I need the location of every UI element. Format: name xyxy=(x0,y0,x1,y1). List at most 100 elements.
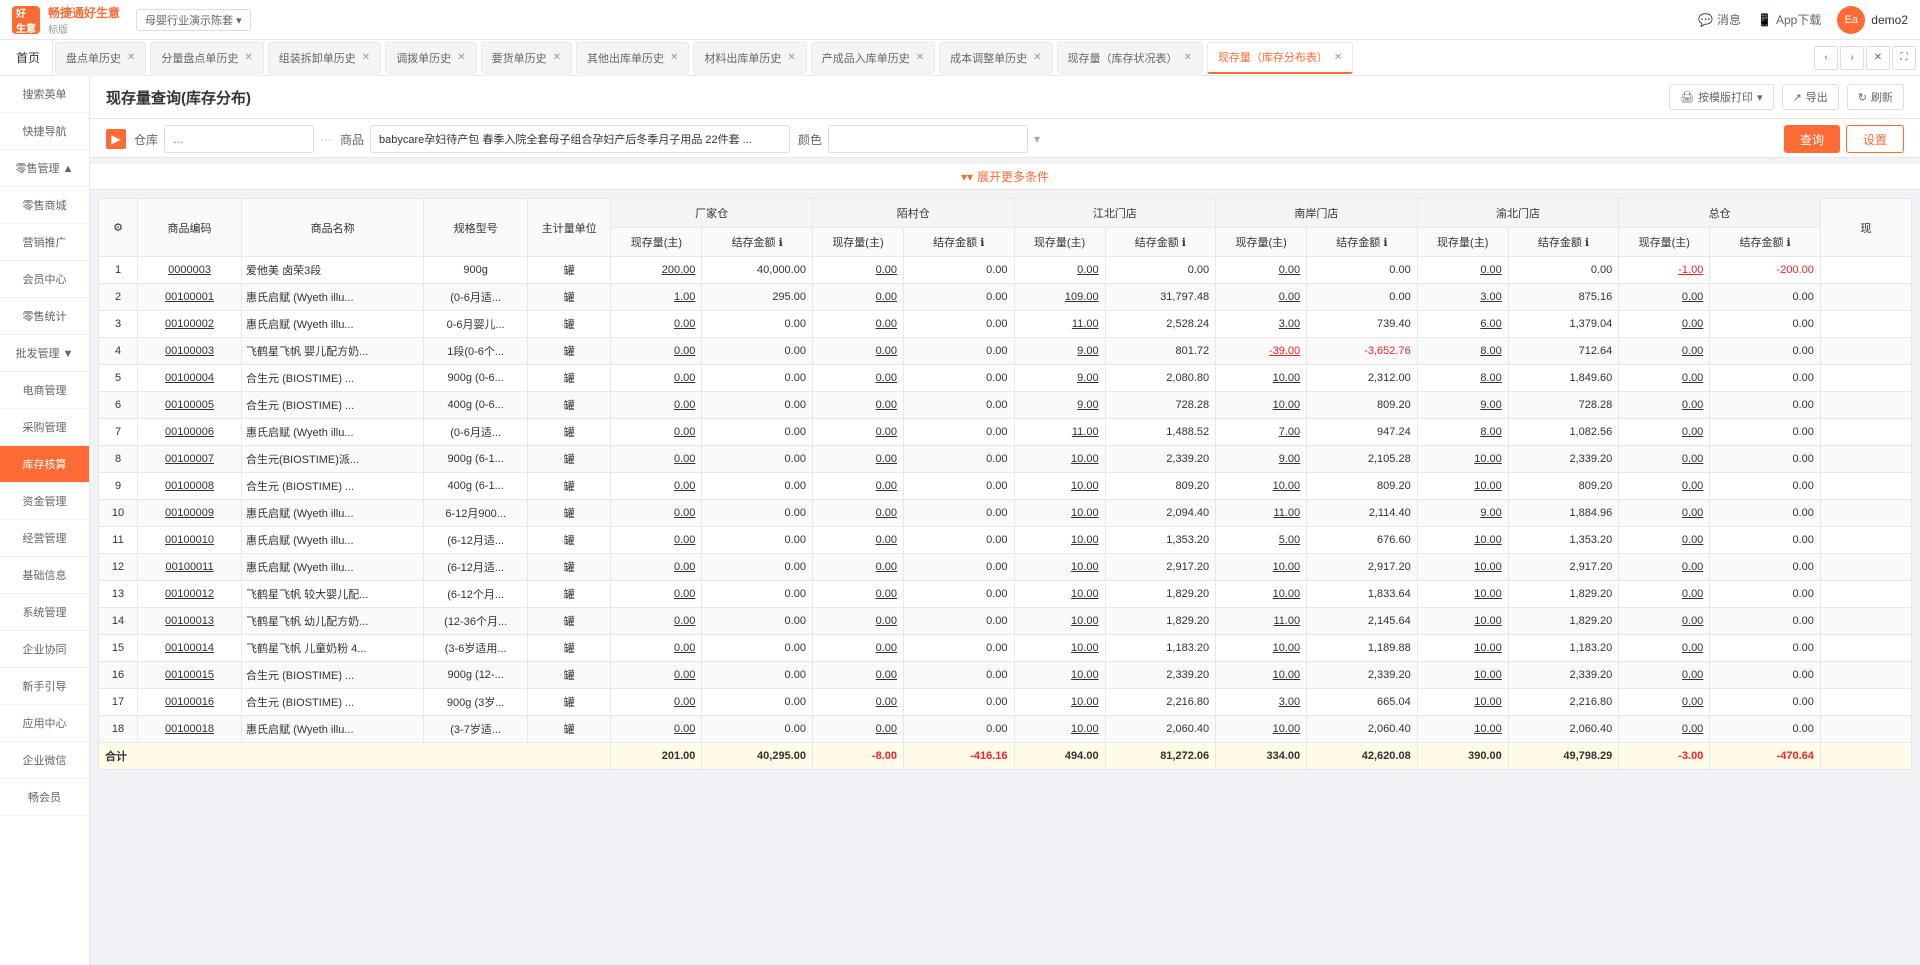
row-yubei-qty[interactable]: 10.00 xyxy=(1417,527,1508,554)
tab-item-8[interactable]: 产成品入库单历史✕ xyxy=(811,42,935,74)
row-nanan-qty[interactable]: 0.00 xyxy=(1216,284,1307,311)
tab-next-btn[interactable]: › xyxy=(1840,46,1864,70)
row-total-qty[interactable]: 0.00 xyxy=(1619,392,1710,419)
row-nanan-qty[interactable]: 11.00 xyxy=(1216,608,1307,635)
row-nanan-qty[interactable]: -39.00 xyxy=(1216,338,1307,365)
row-jiangbei-qty[interactable]: 11.00 xyxy=(1014,419,1105,446)
row-mucun-qty[interactable]: 0.00 xyxy=(812,554,903,581)
tab-item-9[interactable]: 成本调整单历史✕ xyxy=(939,42,1052,74)
row-jiangbei-qty[interactable]: 9.00 xyxy=(1014,338,1105,365)
sidebar-item-appcenter[interactable]: 应用中心 xyxy=(0,705,89,742)
row-total-qty[interactable]: 0.00 xyxy=(1619,662,1710,689)
row-code[interactable]: 00100008 xyxy=(138,473,242,500)
row-yubei-qty[interactable]: 3.00 xyxy=(1417,284,1508,311)
row-yubei-qty[interactable]: 9.00 xyxy=(1417,500,1508,527)
row-yubei-qty[interactable]: 10.00 xyxy=(1417,446,1508,473)
row-total-qty[interactable]: 0.00 xyxy=(1619,581,1710,608)
row-jiangbei-qty[interactable]: 10.00 xyxy=(1014,500,1105,527)
row-factory-qty[interactable]: 0.00 xyxy=(611,662,702,689)
row-mucun-qty[interactable]: 0.00 xyxy=(812,500,903,527)
sidebar-item-nav[interactable]: 快捷导航 xyxy=(0,113,89,150)
row-code[interactable]: 00100004 xyxy=(138,365,242,392)
row-nanan-qty[interactable]: 3.00 xyxy=(1216,689,1307,716)
tab-item-5[interactable]: 要货单历史✕ xyxy=(481,42,572,74)
row-total-qty[interactable]: 0.00 xyxy=(1619,419,1710,446)
row-yubei-qty[interactable]: 10.00 xyxy=(1417,662,1508,689)
row-jiangbei-qty[interactable]: 10.00 xyxy=(1014,554,1105,581)
row-jiangbei-qty[interactable]: 10.00 xyxy=(1014,608,1105,635)
sidebar-item-guide[interactable]: 新手引导 xyxy=(0,668,89,705)
row-yubei-qty[interactable]: 8.00 xyxy=(1417,338,1508,365)
row-nanan-qty[interactable]: 10.00 xyxy=(1216,635,1307,662)
row-factory-qty[interactable]: 0.00 xyxy=(611,608,702,635)
print-btn[interactable]: 🖨 按模版打印 ▾ xyxy=(1669,84,1774,110)
row-nanan-qty[interactable]: 0.00 xyxy=(1216,257,1307,284)
query-button[interactable]: 查询 xyxy=(1784,125,1840,153)
row-total-qty[interactable]: 0.00 xyxy=(1619,473,1710,500)
row-mucun-qty[interactable]: 0.00 xyxy=(812,392,903,419)
row-code[interactable]: 00100015 xyxy=(138,662,242,689)
row-mucun-qty[interactable]: 0.00 xyxy=(812,338,903,365)
filter-expand-arrow[interactable]: ▶ xyxy=(106,129,126,149)
row-total-qty[interactable]: 0.00 xyxy=(1619,500,1710,527)
row-nanan-qty[interactable]: 3.00 xyxy=(1216,311,1307,338)
row-mucun-qty[interactable]: 0.00 xyxy=(812,635,903,662)
row-code[interactable]: 00100014 xyxy=(138,635,242,662)
user-menu[interactable]: Ea demo2 xyxy=(1837,6,1908,34)
row-nanan-qty[interactable]: 10.00 xyxy=(1216,662,1307,689)
row-code[interactable]: 00100010 xyxy=(138,527,242,554)
row-jiangbei-qty[interactable]: 10.00 xyxy=(1014,635,1105,662)
row-nanan-qty[interactable]: 10.00 xyxy=(1216,554,1307,581)
row-nanan-qty[interactable]: 10.00 xyxy=(1216,473,1307,500)
row-total-qty[interactable]: 0.00 xyxy=(1619,608,1710,635)
row-yubei-qty[interactable]: 10.00 xyxy=(1417,554,1508,581)
tab-item-1[interactable]: 盘点单历史✕ xyxy=(55,42,146,74)
row-factory-qty[interactable]: 1.00 xyxy=(611,284,702,311)
sidebar-item-marketing[interactable]: 营销推广 xyxy=(0,224,89,261)
row-nanan-qty[interactable]: 10.00 xyxy=(1216,392,1307,419)
row-mucun-qty[interactable]: 0.00 xyxy=(812,311,903,338)
tab-item-4[interactable]: 调拨单历史✕ xyxy=(385,42,476,74)
tab-fullscreen-btn[interactable]: ⛶ xyxy=(1892,46,1916,70)
row-mucun-qty[interactable]: 0.00 xyxy=(812,662,903,689)
row-yubei-qty[interactable]: 10.00 xyxy=(1417,635,1508,662)
row-total-qty[interactable]: 0.00 xyxy=(1619,689,1710,716)
row-total-qty[interactable]: 0.00 xyxy=(1619,554,1710,581)
row-mucun-qty[interactable]: 0.00 xyxy=(812,419,903,446)
row-total-qty[interactable]: 0.00 xyxy=(1619,311,1710,338)
tab-item-10[interactable]: 现存量（库存状况表）✕ xyxy=(1057,42,1203,74)
row-code[interactable]: 00100012 xyxy=(138,581,242,608)
row-mucun-qty[interactable]: 0.00 xyxy=(812,365,903,392)
export-btn[interactable]: ↗ 导出 xyxy=(1782,84,1839,110)
row-jiangbei-qty[interactable]: 10.00 xyxy=(1014,689,1105,716)
row-yubei-qty[interactable]: 9.00 xyxy=(1417,392,1508,419)
message-btn[interactable]: 💬 消息 xyxy=(1698,11,1741,28)
row-total-qty[interactable]: 0.00 xyxy=(1619,716,1710,743)
sidebar-item-search[interactable]: 搜索英单 xyxy=(0,76,89,113)
row-factory-qty[interactable]: 0.00 xyxy=(611,419,702,446)
row-factory-qty[interactable]: 0.00 xyxy=(611,365,702,392)
row-yubei-qty[interactable]: 10.00 xyxy=(1417,689,1508,716)
row-code[interactable]: 00100009 xyxy=(138,500,242,527)
row-mucun-qty[interactable]: 0.00 xyxy=(812,581,903,608)
row-factory-qty[interactable]: 0.00 xyxy=(611,689,702,716)
row-jiangbei-qty[interactable]: 0.00 xyxy=(1014,257,1105,284)
row-jiangbei-qty[interactable]: 10.00 xyxy=(1014,581,1105,608)
tab-prev-btn[interactable]: ‹ xyxy=(1814,46,1838,70)
row-mucun-qty[interactable]: 0.00 xyxy=(812,716,903,743)
company-selector[interactable]: 母婴行业演示陈套 ▾ xyxy=(136,9,251,31)
row-nanan-qty[interactable]: 10.00 xyxy=(1216,716,1307,743)
sidebar-item-member[interactable]: 会员中心 xyxy=(0,261,89,298)
sidebar-item-corp[interactable]: 企业协同 xyxy=(0,631,89,668)
sidebar-item-finance[interactable]: 资金管理 xyxy=(0,483,89,520)
sidebar-item-vip[interactable]: 畅会员 xyxy=(0,779,89,816)
row-code[interactable]: 00100018 xyxy=(138,716,242,743)
row-code[interactable]: 00100011 xyxy=(138,554,242,581)
table-container[interactable]: ⚙ 商品编码 商品名称 规格型号 主计量单位 厂家仓 陌村仓 江北门店 南岸门店… xyxy=(90,190,1920,965)
sidebar-item-corpweixin[interactable]: 企业微信 xyxy=(0,742,89,779)
row-total-qty[interactable]: -1.00 xyxy=(1619,257,1710,284)
tab-item-2[interactable]: 分量盘点单历史✕ xyxy=(150,42,263,74)
product-input[interactable] xyxy=(370,125,790,153)
row-jiangbei-qty[interactable]: 9.00 xyxy=(1014,392,1105,419)
row-mucun-qty[interactable]: 0.00 xyxy=(812,257,903,284)
